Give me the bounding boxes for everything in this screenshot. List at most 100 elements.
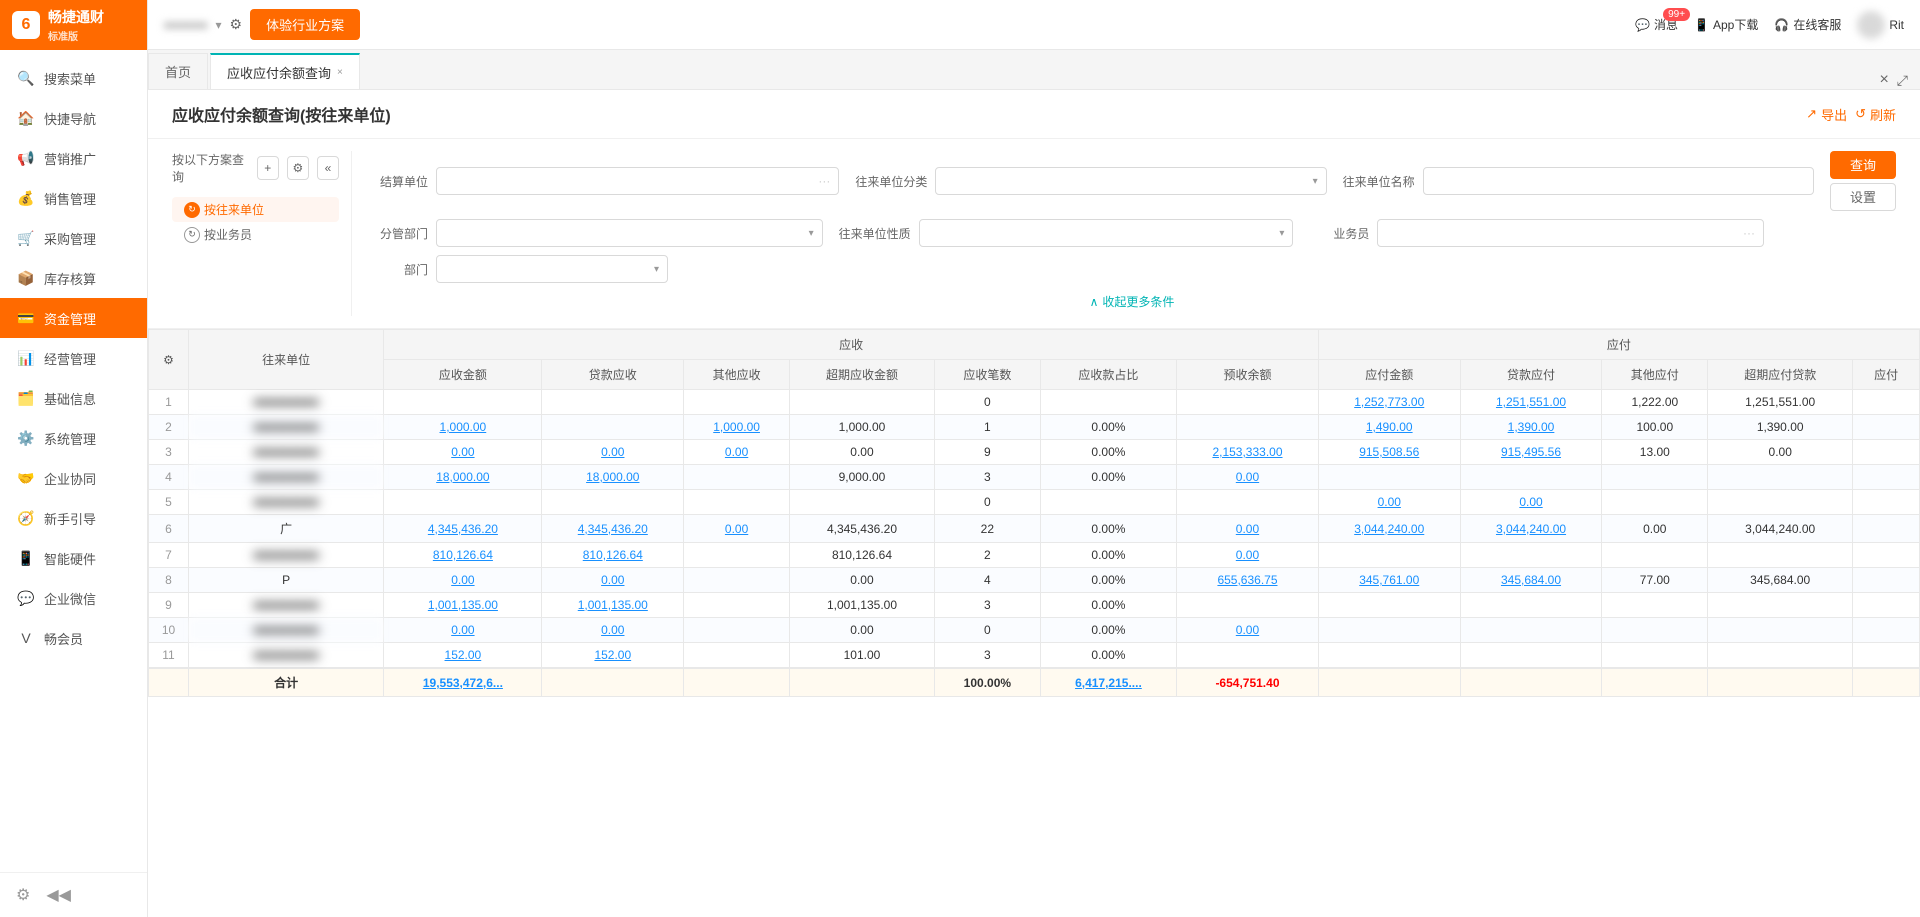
row-col9[interactable]: 3,044,240.00 bbox=[1460, 515, 1602, 543]
row-col7[interactable]: 0.00 bbox=[1177, 618, 1319, 643]
row-col1[interactable]: 152.00 bbox=[384, 643, 542, 669]
row-col3[interactable] bbox=[684, 593, 790, 618]
row-col9[interactable]: 1,251,551.00 bbox=[1460, 390, 1602, 415]
row-col3[interactable] bbox=[684, 490, 790, 515]
row-col7[interactable]: 655,636.75 bbox=[1177, 568, 1319, 593]
unit-category-select[interactable]: ▾ bbox=[935, 167, 1326, 195]
row-col1[interactable]: 0.00 bbox=[384, 568, 542, 593]
row-col2[interactable] bbox=[542, 390, 684, 415]
row-col7[interactable] bbox=[1177, 490, 1319, 515]
filter-collapse-btn[interactable]: ∧ 收起更多条件 bbox=[368, 287, 1896, 316]
row-col2[interactable]: 0.00 bbox=[542, 618, 684, 643]
unit-nature-select[interactable]: ▾ bbox=[919, 219, 1294, 247]
row-col2[interactable]: 18,000.00 bbox=[542, 465, 684, 490]
row-col2[interactable] bbox=[542, 415, 684, 440]
dept-manage-select[interactable]: ▾ bbox=[436, 219, 823, 247]
header-gear-icon[interactable]: ⚙ bbox=[230, 16, 243, 33]
row-col3[interactable] bbox=[684, 568, 790, 593]
dept-select[interactable]: ▾ bbox=[436, 255, 668, 283]
row-col3[interactable] bbox=[684, 618, 790, 643]
sidebar-item-basic[interactable]: 🗂️ 基础信息 bbox=[0, 378, 147, 418]
row-col8[interactable] bbox=[1318, 543, 1460, 568]
row-col2[interactable]: 1,001,135.00 bbox=[542, 593, 684, 618]
sidebar-item-quicknav[interactable]: 🏠 快捷导航 bbox=[0, 98, 147, 138]
sidebar-item-member[interactable]: V 畅会员 bbox=[0, 618, 147, 658]
row-col2[interactable]: 0.00 bbox=[542, 440, 684, 465]
table-container[interactable]: ⚙ 往来单位 应收 应付 应收金额 贷款应收 其他应收 超期应收金额 应收笔数 … bbox=[148, 329, 1920, 917]
filter-option-by-staff[interactable]: ↻ 按业务员 bbox=[172, 222, 339, 247]
row-col1[interactable] bbox=[384, 390, 542, 415]
sidebar-item-inventory[interactable]: 📦 库存核算 bbox=[0, 258, 147, 298]
row-col8[interactable]: 1,252,773.00 bbox=[1318, 390, 1460, 415]
row-col9[interactable] bbox=[1460, 465, 1602, 490]
row-col7[interactable]: 0.00 bbox=[1177, 515, 1319, 543]
row-col8[interactable] bbox=[1318, 643, 1460, 669]
header-service[interactable]: 🎧 在线客服 bbox=[1774, 16, 1841, 33]
row-col8[interactable] bbox=[1318, 593, 1460, 618]
sidebar-item-purchase[interactable]: 🛒 采购管理 bbox=[0, 218, 147, 258]
row-col8[interactable]: 1,490.00 bbox=[1318, 415, 1460, 440]
table-settings-icon[interactable]: ⚙ bbox=[163, 353, 174, 367]
row-col1[interactable]: 0.00 bbox=[384, 440, 542, 465]
sidebar-item-hardware[interactable]: 📱 智能硬件 bbox=[0, 538, 147, 578]
row-col1[interactable]: 18,000.00 bbox=[384, 465, 542, 490]
row-col9[interactable] bbox=[1460, 643, 1602, 669]
row-col9[interactable] bbox=[1460, 593, 1602, 618]
row-col3[interactable]: 1,000.00 bbox=[684, 415, 790, 440]
filter-option-by-unit[interactable]: ↻ 按往来单位 bbox=[172, 197, 339, 222]
header-app-download[interactable]: 📱 App下载 bbox=[1694, 16, 1758, 33]
sidebar-item-system[interactable]: ⚙️ 系统管理 bbox=[0, 418, 147, 458]
row-col9[interactable]: 0.00 bbox=[1460, 490, 1602, 515]
row-col2[interactable]: 810,126.64 bbox=[542, 543, 684, 568]
row-col7[interactable] bbox=[1177, 643, 1319, 669]
row-col8[interactable]: 915,508.56 bbox=[1318, 440, 1460, 465]
header-user[interactable]: Rit bbox=[1857, 11, 1904, 39]
row-col2[interactable]: 152.00 bbox=[542, 643, 684, 669]
tab-arquery-close[interactable]: × bbox=[337, 67, 343, 78]
row-col7[interactable] bbox=[1177, 415, 1319, 440]
row-col2[interactable]: 4,345,436.20 bbox=[542, 515, 684, 543]
sidebar-item-operations[interactable]: 📊 经营管理 bbox=[0, 338, 147, 378]
row-col7[interactable] bbox=[1177, 593, 1319, 618]
row-col7[interactable]: 0.00 bbox=[1177, 543, 1319, 568]
row-col3[interactable] bbox=[684, 543, 790, 568]
row-col9[interactable] bbox=[1460, 618, 1602, 643]
staff-input[interactable]: ··· bbox=[1377, 219, 1764, 247]
export-button[interactable]: ↗ 导出 bbox=[1806, 105, 1847, 124]
setting-button[interactable]: 设置 bbox=[1830, 183, 1896, 211]
sidebar-item-wechat[interactable]: 💬 企业微信 bbox=[0, 578, 147, 618]
row-col9[interactable]: 915,495.56 bbox=[1460, 440, 1602, 465]
filter-add-btn[interactable]: + bbox=[257, 156, 279, 180]
settle-unit-input[interactable]: ··· bbox=[436, 167, 839, 195]
row-col2[interactable]: 0.00 bbox=[542, 568, 684, 593]
row-col1[interactable]: 810,126.64 bbox=[384, 543, 542, 568]
footer-col1[interactable]: 19,553,472,6... bbox=[384, 668, 542, 697]
row-col8[interactable] bbox=[1318, 618, 1460, 643]
refresh-button[interactable]: ↺ 刷新 bbox=[1855, 105, 1896, 124]
row-col3[interactable]: 0.00 bbox=[684, 440, 790, 465]
row-col1[interactable]: 4,345,436.20 bbox=[384, 515, 542, 543]
row-col3[interactable] bbox=[684, 643, 790, 669]
row-col9[interactable]: 1,390.00 bbox=[1460, 415, 1602, 440]
sidebar-item-guide[interactable]: 🧭 新手引导 bbox=[0, 498, 147, 538]
row-col8[interactable] bbox=[1318, 465, 1460, 490]
tabbar-close-icon[interactable]: × bbox=[1879, 71, 1888, 89]
filter-setting-btn[interactable]: ⚙ bbox=[287, 156, 309, 180]
row-col3[interactable] bbox=[684, 390, 790, 415]
row-col3[interactable]: 0.00 bbox=[684, 515, 790, 543]
row-col1[interactable]: 1,001,135.00 bbox=[384, 593, 542, 618]
footer-col6[interactable]: 6,417,215.... bbox=[1040, 668, 1176, 697]
tab-home[interactable]: 首页 bbox=[148, 53, 208, 89]
sidebar-gear-icon[interactable]: ⚙ bbox=[16, 885, 30, 905]
header-message[interactable]: 💬 消息 99+ bbox=[1635, 16, 1678, 33]
sidebar-item-finance[interactable]: 💳 资金管理 bbox=[0, 298, 147, 338]
row-col1[interactable]: 0.00 bbox=[384, 618, 542, 643]
unit-name-input[interactable] bbox=[1423, 167, 1814, 195]
row-col1[interactable] bbox=[384, 490, 542, 515]
row-col7[interactable] bbox=[1177, 390, 1319, 415]
row-col9[interactable] bbox=[1460, 543, 1602, 568]
row-col7[interactable]: 2,153,333.00 bbox=[1177, 440, 1319, 465]
filter-collapse-btn[interactable]: « bbox=[317, 156, 339, 180]
row-col9[interactable]: 345,684.00 bbox=[1460, 568, 1602, 593]
row-col2[interactable] bbox=[542, 490, 684, 515]
